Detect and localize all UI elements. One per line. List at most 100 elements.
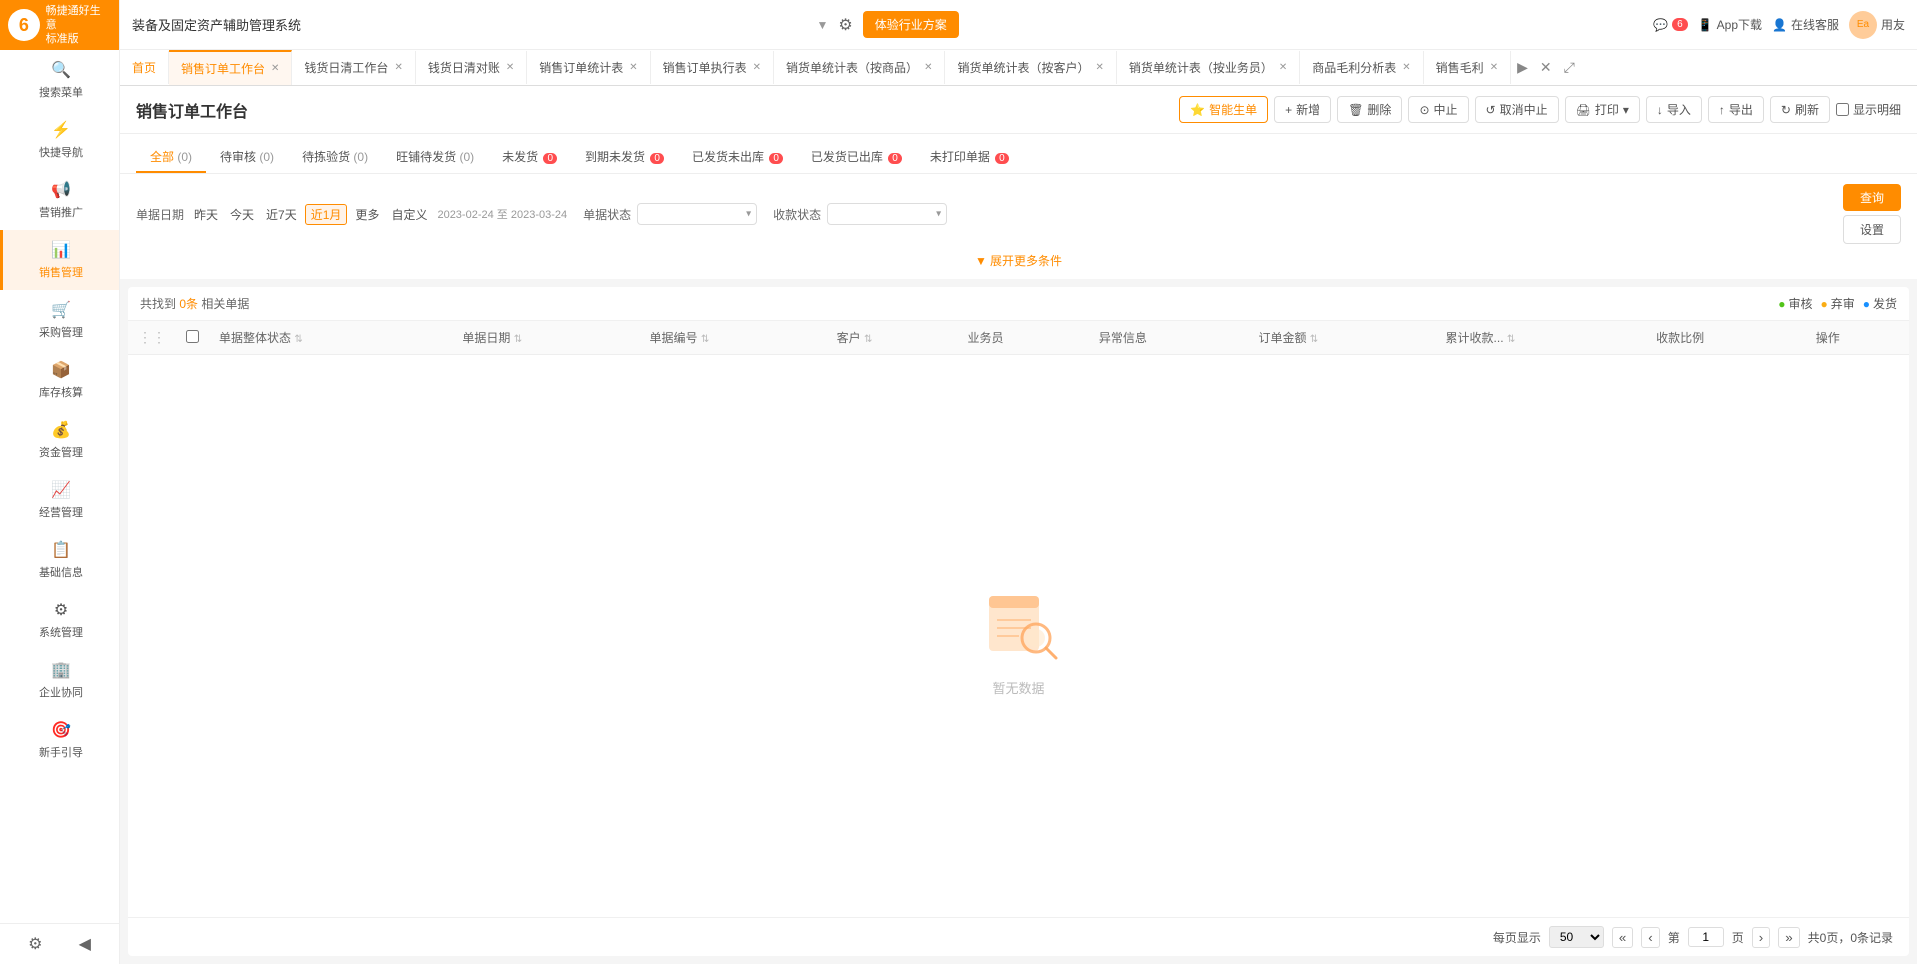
query-btn[interactable]: 查询 <box>1843 184 1901 211</box>
tab-sales-workbench[interactable]: 销售订单工作台 ✕ <box>169 50 292 85</box>
tab-sales-stats[interactable]: 销售订单统计表 ✕ <box>527 51 650 84</box>
stop-btn[interactable]: ⊙ 中止 <box>1408 96 1468 123</box>
tab-gross-margin[interactable]: 商品毛利分析表 ✕ <box>1300 51 1423 84</box>
sidebar-item-purchase[interactable]: 🛒 采购管理 <box>0 290 119 350</box>
pagination: 每页显示 50 20 100 « ‹ 第 页 › » 共0页，0条记录 <box>128 917 1909 956</box>
shortcut-today[interactable]: 今天 <box>226 204 258 225</box>
industry-btn[interactable]: 体验行业方案 <box>863 11 959 38</box>
purchase-icon: 🛒 <box>51 300 71 320</box>
payment-select-wrapper <box>827 203 947 225</box>
sidebar-item-search[interactable]: 🔍 搜索菜单 <box>0 50 119 110</box>
th-customer[interactable]: 客户 ⇅ <box>827 321 958 355</box>
sidebar-item-finance[interactable]: 💰 资金管理 <box>0 410 119 470</box>
cancel-stop-btn[interactable]: ↺ 取消中止 <box>1475 96 1559 123</box>
tab-close-sales-profit[interactable]: ✕ <box>1490 62 1498 73</box>
last-page-btn[interactable]: » <box>1778 927 1799 948</box>
shortcut-more[interactable]: 更多 <box>351 204 383 225</box>
prev-page-btn[interactable]: ‹ <box>1641 927 1659 948</box>
filter-tab-shipped-not-in[interactable]: 已发货未出库 0 <box>678 142 797 173</box>
tab-sales-product[interactable]: 销货单统计表（按商品） ✕ <box>774 51 945 84</box>
print-btn[interactable]: 🖨 打印 ▾ <box>1565 96 1640 123</box>
sidebar-collapse-icon[interactable]: ◀ <box>79 934 91 954</box>
tab-sales-staff[interactable]: 销货单统计表（按业务员） ✕ <box>1117 51 1300 84</box>
sidebar-item-sales[interactable]: 📊 销售管理 <box>0 230 119 290</box>
th-date[interactable]: 单据日期 ⇅ <box>452 321 639 355</box>
setting-btn[interactable]: 设置 <box>1843 215 1901 244</box>
expand-conditions-btn[interactable]: ▼ 展开更多条件 <box>975 252 1062 269</box>
tab-sales-profit[interactable]: 销售毛利 ✕ <box>1424 51 1511 84</box>
refresh-btn[interactable]: ↻ 刷新 <box>1770 96 1830 123</box>
cancel-review-action-btn[interactable]: ● 弃审 <box>1820 295 1854 312</box>
th-number[interactable]: 单据编号 ⇅ <box>640 321 827 355</box>
show-detail-label[interactable]: 显示明细 <box>1836 101 1901 118</box>
tab-close-all-btn[interactable]: ✕ <box>1534 51 1558 84</box>
import-btn[interactable]: ↓ 导入 <box>1646 96 1702 123</box>
sidebar-item-operation[interactable]: 📈 经营管理 <box>0 470 119 530</box>
ship-action-btn[interactable]: ● 发货 <box>1863 295 1897 312</box>
tab-expand-btn[interactable]: ⤢ <box>1558 51 1581 84</box>
add-btn[interactable]: + 新增 <box>1274 96 1331 123</box>
filter-tab-shipped-in[interactable]: 已发货已出库 0 <box>797 142 916 173</box>
sidebar-item-enterprise[interactable]: 🏢 企业协同 <box>0 650 119 710</box>
table-area: 共找到 0条 相关单据 ● 审核 ● 弃审 ● 发货 <box>128 287 1909 956</box>
payment-select[interactable] <box>827 203 947 225</box>
settings-icon[interactable]: ⚙ <box>838 15 852 35</box>
status-select[interactable] <box>637 203 757 225</box>
th-amount[interactable]: 订单金额 ⇅ <box>1248 321 1435 355</box>
tab-more-btn[interactable]: ▶ <box>1511 51 1534 84</box>
tab-close-sales-workbench[interactable]: ✕ <box>271 63 279 74</box>
filter-tab-not-printed[interactable]: 未打印单据 0 <box>916 142 1023 173</box>
tab-close-sales-customer[interactable]: ✕ <box>1095 62 1103 73</box>
shortcut-yesterday[interactable]: 昨天 <box>190 204 222 225</box>
sidebar-item-quick-nav[interactable]: ⚡ 快捷导航 <box>0 110 119 170</box>
user-btn[interactable]: Ea 用友 <box>1849 11 1905 39</box>
sidebar-settings-icon[interactable]: ⚙ <box>28 934 42 954</box>
online-service-btn[interactable]: 👤 在线客服 <box>1772 16 1839 33</box>
review-action-btn[interactable]: ● 审核 <box>1778 295 1812 312</box>
filter-tab-wangpu-ship[interactable]: 旺铺待发货 (0) <box>382 142 488 173</box>
sidebar-item-inventory[interactable]: 📦 库存核算 <box>0 350 119 410</box>
page-input[interactable] <box>1688 927 1724 947</box>
shortcut-custom[interactable]: 自定义 <box>387 204 431 225</box>
tab-close-cash-daily[interactable]: ✕ <box>394 62 402 73</box>
sidebar: 6 畅捷通好生意 标准版 🔍 搜索菜单 ⚡ 快捷导航 📢 营销推广 📊 销售管理… <box>0 0 120 964</box>
tab-close-sales-staff[interactable]: ✕ <box>1279 62 1287 73</box>
sidebar-item-marketing[interactable]: 📢 营销推广 <box>0 170 119 230</box>
th-checkbox[interactable] <box>176 321 209 355</box>
tab-cash-account[interactable]: 钱货日清对账 ✕ <box>416 51 527 84</box>
tab-close-sales-product[interactable]: ✕ <box>924 62 932 73</box>
tab-close-sales-exec[interactable]: ✕ <box>753 62 761 73</box>
tab-close-sales-stats[interactable]: ✕ <box>629 62 637 73</box>
sidebar-item-newbie[interactable]: 🎯 新手引导 <box>0 710 119 770</box>
first-page-btn[interactable]: « <box>1612 927 1633 948</box>
next-page-btn[interactable]: › <box>1752 927 1770 948</box>
delete-btn[interactable]: 🗑 删除 <box>1337 96 1402 123</box>
th-collected[interactable]: 累计收款... ⇅ <box>1436 321 1647 355</box>
shortcut-1month[interactable]: 近1月 <box>305 204 348 225</box>
filter-tab-not-shipped[interactable]: 未发货 0 <box>488 142 571 173</box>
tab-sales-customer[interactable]: 销货单统计表（按客户） ✕ <box>945 51 1116 84</box>
smart-create-btn[interactable]: ⭐ 智能生单 <box>1179 96 1268 123</box>
shortcut-7days[interactable]: 近7天 <box>262 204 301 225</box>
filter-tab-pending-review[interactable]: 待审核 (0) <box>206 142 288 173</box>
sidebar-item-basic-info[interactable]: 📋 基础信息 <box>0 530 119 590</box>
export-btn[interactable]: ↑ 导出 <box>1708 96 1764 123</box>
tab-close-cash-account[interactable]: ✕ <box>506 62 514 73</box>
tab-close-gross-margin[interactable]: ✕ <box>1402 62 1410 73</box>
ship-dot: ● <box>1863 297 1870 311</box>
payment-label: 收款状态 <box>773 206 821 223</box>
app-download-btn[interactable]: 📱 App下载 <box>1698 16 1762 33</box>
page-size-select[interactable]: 50 20 100 <box>1549 926 1604 948</box>
filter-tab-all[interactable]: 全部 (0) <box>136 142 206 173</box>
tab-home[interactable]: 首页 <box>120 51 169 84</box>
message-btn[interactable]: 💬 6 <box>1653 18 1688 32</box>
show-detail-checkbox[interactable] <box>1836 103 1849 116</box>
filter-tab-overdue-ship[interactable]: 到期未发货 0 <box>571 142 678 173</box>
page-title: 销售订单工作台 <box>136 98 248 122</box>
tab-cash-daily[interactable]: 钱货日清工作台 ✕ <box>292 51 415 84</box>
filter-tab-pending-inspect[interactable]: 待拣验货 (0) <box>288 142 382 173</box>
th-state[interactable]: 单据整体状态 ⇅ <box>209 321 452 355</box>
select-all-checkbox[interactable] <box>186 330 199 343</box>
tab-sales-exec[interactable]: 销售订单执行表 ✕ <box>651 51 774 84</box>
sidebar-item-system[interactable]: ⚙ 系统管理 <box>0 590 119 650</box>
